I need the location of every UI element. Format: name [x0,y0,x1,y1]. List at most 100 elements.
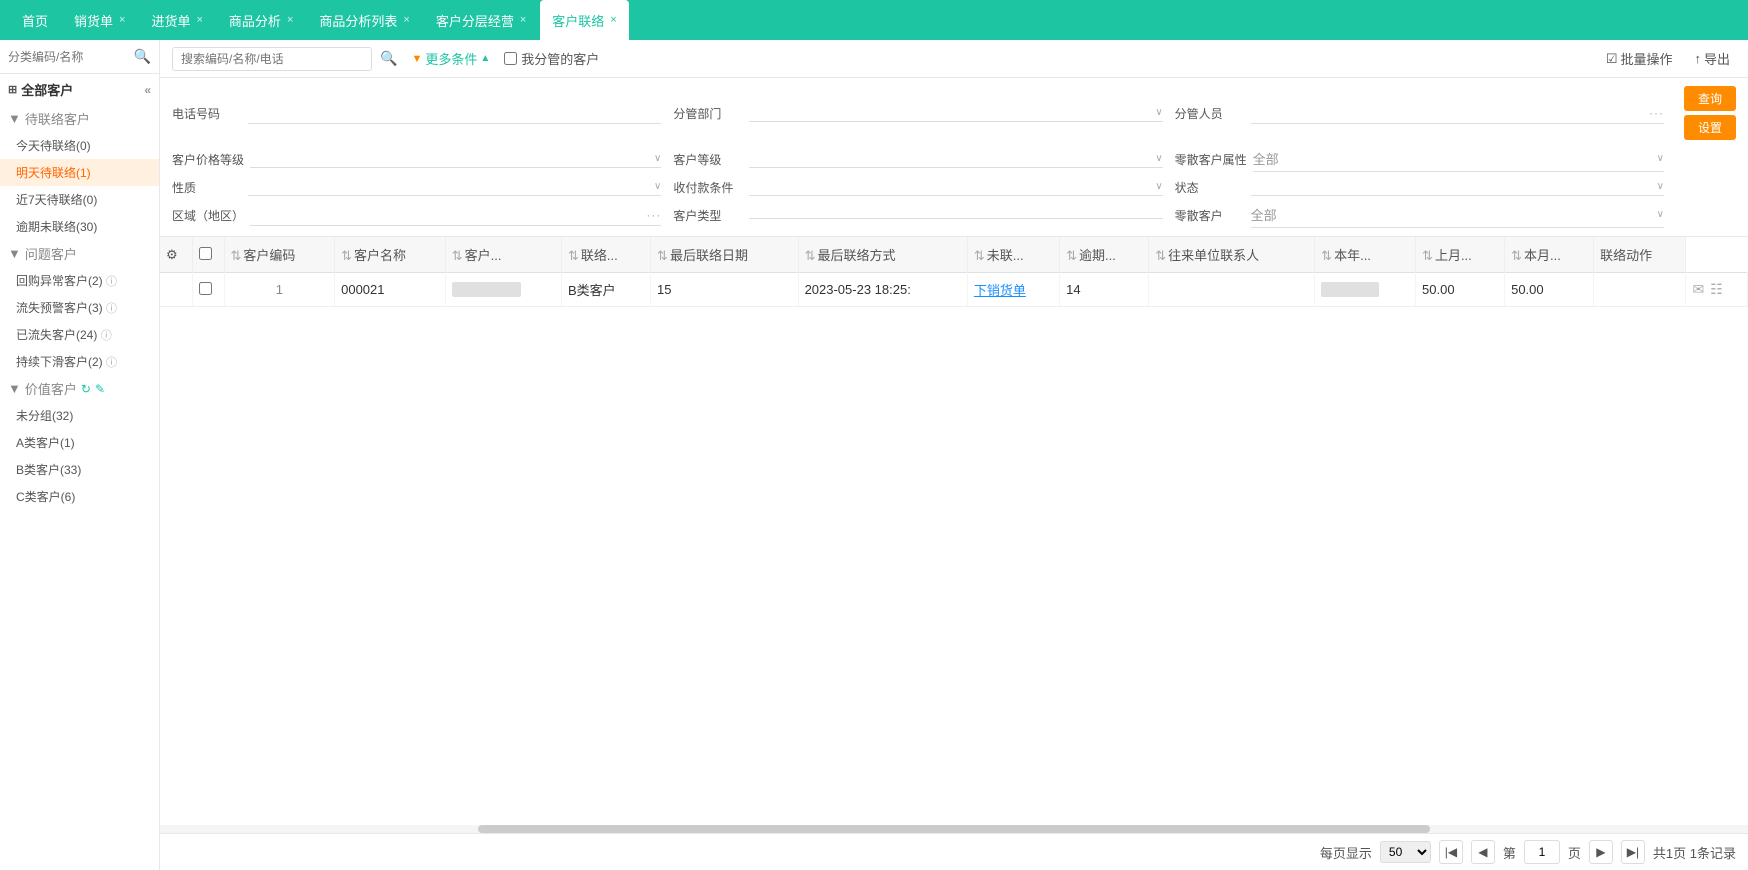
sidebar-item-7days[interactable]: 近7天待联络(0) [0,186,159,213]
filter-field-phone: 电话号码 [172,103,661,124]
region-filter-select[interactable]: ··· [250,205,661,226]
sidebar-item-tomorrow[interactable]: 明天待联络(1) [0,159,159,186]
sidebar-search-input[interactable] [8,50,134,64]
phone-filter-input[interactable] [248,103,661,124]
table-row: 1 000021 B类客户 15 2023-05-23 18:25: 下销货单 … [160,273,1748,307]
nav-product-analysis-list[interactable]: 商品分析列表 × [307,0,421,40]
sidebar-search-icon[interactable]: 🔍 [134,48,151,65]
table-footer: 每页显示 50 100 200 |◀ ◀ 第 页 ▶ ▶| 共1页 1条记录 [160,833,1748,870]
sidebar-item-overdue[interactable]: 逾期未联络(30) [0,213,159,240]
customer-type-filter-select[interactable] [749,212,1162,219]
nav-customer-segment[interactable]: 客户分层经营 × [424,0,538,40]
main-layout: 🔍 ⊞ 全部客户 « ▼ 待联络客户 今天待联络(0) 明天待联络(1) 近7天… [0,40,1748,870]
filter-field-status: 状态 ∨ [1175,178,1664,196]
sidebar-item-a-class[interactable]: A类客户(1) [0,429,159,456]
sidebar-item-declining[interactable]: 持续下滑客户(2) ⓘ [0,348,159,375]
arrow-down-icon: ▼ [8,111,21,126]
chevron-down-icon2: ∨ [654,153,661,164]
nature-filter-select[interactable]: ∨ [248,178,661,196]
search-input[interactable] [172,47,372,71]
chevron-up-icon: ▲ [480,53,490,64]
nav-product-analysis[interactable]: 商品分析 × [217,0,305,40]
group-problem-customers[interactable]: ▼ 问题客户 [0,240,159,267]
gear-icon[interactable]: ⚙ [166,247,178,262]
group-pending-contact[interactable]: ▼ 待联络客户 [0,105,159,132]
page-number-input[interactable] [1524,840,1560,864]
close-product-analysis-icon[interactable]: × [287,14,293,26]
settings-button[interactable]: 设置 [1684,115,1736,140]
close-purchase-icon[interactable]: × [196,14,202,26]
sidebar-item-ungrouped[interactable]: 未分组(32) [0,402,159,429]
sort-icon8: ⇅ [1066,248,1077,263]
manager-filter-select[interactable]: ··· [1251,103,1664,124]
customer-level-filter-select[interactable]: ∨ [749,150,1162,168]
sidebar-item-repurchase-abnormal[interactable]: 回购异常客户(2) ⓘ [0,267,159,294]
select-all-checkbox[interactable] [199,247,212,260]
search-button[interactable]: 🔍 [380,50,397,67]
col-settings: ⚙ [160,237,192,273]
close-customer-segment-icon[interactable]: × [520,14,526,26]
all-customers-header[interactable]: ⊞ 全部客户 « [0,74,159,105]
sidebar-item-churned[interactable]: 已流失客户(24) ⓘ [0,321,159,348]
message-icon[interactable]: ✉ [1692,281,1704,298]
sidebar-item-today[interactable]: 今天待联络(0) [0,132,159,159]
horizontal-scrollbar[interactable] [160,825,1748,833]
status-filter-select[interactable]: ∨ [1251,178,1664,196]
chevron-down-icon8: ∨ [1657,209,1664,220]
grid-action-icon[interactable]: ☷ [1710,281,1723,298]
retail-attr-filter-select[interactable]: 全部 ∨ [1253,146,1664,172]
nav-customer-contact[interactable]: 客户联络 × [540,0,628,40]
scrollbar-thumb[interactable] [478,825,1431,833]
nav-home[interactable]: 首页 [10,0,60,40]
more-icon2: ··· [646,208,661,222]
nav-sales[interactable]: 销货单 × [62,0,137,40]
filter-row-1: 电话号码 分管部门 ∨ 分管人员 ··· 查询 设置 [172,86,1736,140]
price-level-filter-select[interactable]: ∨ [250,150,661,168]
customer-table: ⚙ ⇅客户编码 ⇅客户名称 ⇅客户... [160,237,1748,307]
group-value-customers[interactable]: ▼ 价值客户 ↻ ✎ [0,375,159,402]
filter-actions: 查询 设置 [1676,86,1736,140]
next-page-button[interactable]: ▶ [1589,840,1613,864]
chevron-down-icon4: ∨ [1657,153,1664,164]
contact-method-link[interactable]: 下销货单 [974,283,1026,298]
sort-icon11: ⇅ [1422,248,1433,263]
row-checkbox [192,273,224,307]
sort-icon5: ⇅ [657,248,668,263]
query-button[interactable]: 查询 [1684,86,1736,111]
nav-purchase[interactable]: 进货单 × [139,0,214,40]
content-area: 🔍 ▼ 更多条件 ▲ 我分管的客户 ☑ 批量操作 ↑ 导出 [160,40,1748,870]
payment-filter-select[interactable]: ∨ [749,178,1162,196]
refresh-icon[interactable]: ↻ [81,382,91,396]
filter-field-retail-customer: 零散客户 全部 ∨ [1175,202,1664,228]
edit-icon[interactable]: ✎ [95,382,105,396]
my-customers-checkbox-label[interactable]: 我分管的客户 [504,49,599,68]
sort-icon4: ⇅ [568,248,579,263]
close-sales-icon[interactable]: × [119,14,125,26]
collapse-icon: « [144,83,151,97]
col-last-contact-method: ⇅最后联络方式 [798,237,967,273]
export-button[interactable]: ↑ 导出 [1688,46,1736,71]
col-contacts: ⇅联络... [561,237,650,273]
sidebar-item-churn-warning[interactable]: 流失预警客户(3) ⓘ [0,294,159,321]
more-conditions-button[interactable]: ▼ 更多条件 ▲ [405,46,496,71]
close-customer-contact-icon[interactable]: × [610,14,616,26]
batch-operation-button[interactable]: ☑ 批量操作 [1600,46,1679,71]
row-this-year: 50.00 [1416,273,1505,307]
last-page-button[interactable]: ▶| [1621,840,1645,864]
retail-customer-filter-select[interactable]: 全部 ∨ [1251,202,1664,228]
chevron-down-icon6: ∨ [1155,181,1162,192]
row-select-checkbox[interactable] [199,282,212,295]
col-overdue: ⇅逾期... [1060,237,1149,273]
col-last-contact-date: ⇅最后联络日期 [651,237,799,273]
row-type: B类客户 [561,273,650,307]
close-product-analysis-list-icon[interactable]: × [403,14,409,26]
dept-filter-select[interactable]: ∨ [749,104,1162,122]
sidebar-item-b-class[interactable]: B类客户(33) [0,456,159,483]
my-customers-checkbox[interactable] [504,52,517,65]
sidebar-item-c-class[interactable]: C类客户(6) [0,483,159,510]
col-customer-name: ⇅客户名称 [335,237,446,273]
prev-page-button[interactable]: ◀ [1471,840,1495,864]
first-page-button[interactable]: |◀ [1439,840,1463,864]
filter-field-customer-level: 客户等级 ∨ [673,150,1162,168]
page-size-select[interactable]: 50 100 200 [1380,841,1431,863]
